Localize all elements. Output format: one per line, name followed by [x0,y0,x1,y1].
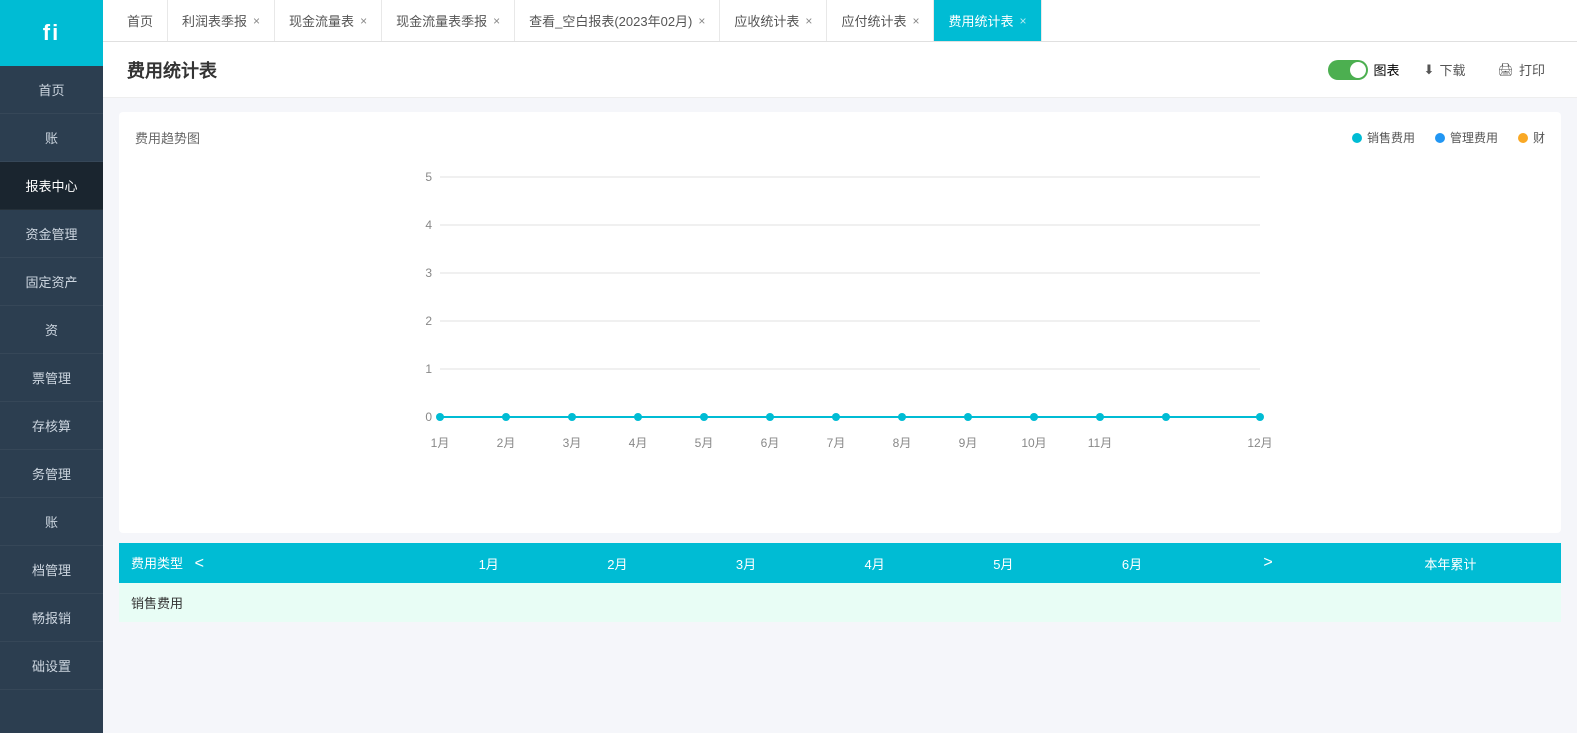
close-check-blank[interactable]: × [698,15,705,27]
legend-dot-sales [1352,133,1362,143]
chart-section: 费用趋势图 销售费用 管理费用 财 [119,112,1561,533]
svg-text:7月: 7月 [827,436,846,450]
table-row-sales: 销售费用 [119,583,1561,622]
close-profit-quarterly[interactable]: × [253,15,260,27]
tab-check-blank[interactable]: 查看_空白报表(2023年02月) × [515,0,720,42]
sidebar-item-investment[interactable]: 资 [0,306,103,354]
svg-text:5月: 5月 [695,436,714,450]
chart-title: 费用趋势图 [135,128,200,147]
svg-text:4月: 4月 [629,436,648,450]
tab-expense-stats[interactable]: 费用统计表 × [934,0,1041,42]
sidebar-item-invoice-mgmt[interactable]: 票管理 [0,354,103,402]
svg-text:4: 4 [425,218,432,232]
cell-m4 [810,583,939,622]
table-nav-next[interactable]: > [1255,554,1280,571]
svg-text:1月: 1月 [431,436,450,450]
sidebar-item-service-mgmt[interactable]: 务管理 [0,450,103,498]
svg-text:3: 3 [425,266,432,280]
header-actions: 图表 ⬇ 下载 🖨 打印 [1328,56,1553,83]
sidebar-item-ledger[interactable]: 账 [0,114,103,162]
sidebar-item-basic-settings[interactable]: 础设置 [0,642,103,690]
sidebar-item-fund-mgmt[interactable]: 资金管理 [0,210,103,258]
close-cashflow[interactable]: × [360,15,367,27]
page-title: 费用统计表 [127,57,217,83]
sidebar-item-inventory-calc[interactable]: 存核算 [0,402,103,450]
tab-receivable-stats[interactable]: 应收统计表 × [720,0,827,42]
chart-toggle-wrapper: 图表 [1328,60,1400,80]
table-header-row: 费用类型 < 1月 2月 3月 4月 5月 6月 > 本年累计 [119,543,1561,583]
svg-text:2月: 2月 [497,436,516,450]
sidebar-item-report-center[interactable]: 报表中心 [0,162,103,210]
legend-sales-cost: 销售费用 [1352,129,1415,146]
cell-ytd [1340,583,1561,622]
sidebar-item-payable[interactable]: 账 [0,498,103,546]
sidebar-item-fixed-assets[interactable]: 固定资产 [0,258,103,306]
close-expense-stats[interactable]: × [1019,15,1026,27]
page-header: 费用统计表 图表 ⬇ 下载 🖨 打印 [103,42,1577,98]
data-table: 费用类型 < 1月 2月 3月 4月 5月 6月 > 本年累计 [119,543,1561,622]
svg-text:5: 5 [425,170,432,184]
table-section: 费用类型 < 1月 2月 3月 4月 5月 6月 > 本年累计 [119,543,1561,622]
cell-cost-type: 销售费用 [119,583,424,622]
cell-m1 [424,583,553,622]
line-chart-svg: 5 4 3 2 1 0 [135,157,1545,517]
chart-container: 5 4 3 2 1 0 [135,157,1545,517]
table-nav-prev[interactable]: < [187,555,212,572]
col-month2: 2月 [553,543,682,583]
col-cost-type: 费用类型 < [119,543,424,583]
tab-profit-quarterly[interactable]: 利润表季报 × [168,0,275,42]
print-icon: 🖨 [1497,62,1514,78]
sidebar: fi 首页 账 报表中心 资金管理 固定资产 资 票管理 存核算 务管理 账 档… [0,0,103,733]
download-icon: ⬇ [1424,62,1435,78]
col-month1: 1月 [424,543,553,583]
svg-text:12月: 12月 [1247,436,1272,450]
sidebar-item-flow-reversal[interactable]: 畅报销 [0,594,103,642]
chart-header: 费用趋势图 销售费用 管理费用 财 [135,128,1545,147]
tab-payable-stats[interactable]: 应付统计表 × [827,0,934,42]
col-month6: 6月 [1068,543,1197,583]
legend-admin-cost: 管理费用 [1435,129,1498,146]
sidebar-item-archive-mgmt[interactable]: 档管理 [0,546,103,594]
legend-finance-cost: 财 [1518,129,1545,146]
cell-nav [1196,583,1340,622]
svg-text:6月: 6月 [761,436,780,450]
svg-text:10月: 10月 [1021,436,1046,450]
cell-m5 [939,583,1068,622]
svg-text:0: 0 [425,410,432,424]
tab-cashflow-quarterly[interactable]: 现金流量表季报 × [382,0,515,42]
col-month5: 5月 [939,543,1068,583]
svg-text:3月: 3月 [563,436,582,450]
main-area: 首页 利润表季报 × 现金流量表 × 现金流量表季报 × 查看_空白报表(202… [103,0,1577,733]
sidebar-logo: fi [0,0,103,66]
col-month4: 4月 [810,543,939,583]
legend-dot-finance [1518,133,1528,143]
close-cashflow-quarterly[interactable]: × [493,15,500,27]
close-payable-stats[interactable]: × [912,15,919,27]
svg-text:1: 1 [425,362,432,376]
legend-dot-admin [1435,133,1445,143]
tab-cashflow[interactable]: 现金流量表 × [275,0,382,42]
chart-legend: 销售费用 管理费用 财 [1352,129,1545,146]
cell-m6 [1068,583,1197,622]
svg-text:9月: 9月 [959,436,978,450]
cell-m2 [553,583,682,622]
close-receivable-stats[interactable]: × [805,15,812,27]
tab-home[interactable]: 首页 [113,0,168,42]
col-ytd: 本年累计 [1340,543,1561,583]
page-content: 费用统计表 图表 ⬇ 下载 🖨 打印 费用趋势图 [103,42,1577,733]
svg-text:8月: 8月 [893,436,912,450]
chart-toggle[interactable] [1328,60,1368,80]
chart-toggle-label: 图表 [1374,60,1400,79]
tab-bar: 首页 利润表季报 × 现金流量表 × 现金流量表季报 × 查看_空白报表(202… [103,0,1577,42]
download-button[interactable]: ⬇ 下载 [1416,56,1474,83]
print-button[interactable]: 🖨 打印 [1489,56,1553,83]
cell-m3 [682,583,811,622]
sidebar-item-home[interactable]: 首页 [0,66,103,114]
svg-text:11月: 11月 [1088,436,1112,450]
col-nav-next[interactable]: > [1196,543,1340,583]
svg-text:2: 2 [425,314,432,328]
col-month3: 3月 [682,543,811,583]
